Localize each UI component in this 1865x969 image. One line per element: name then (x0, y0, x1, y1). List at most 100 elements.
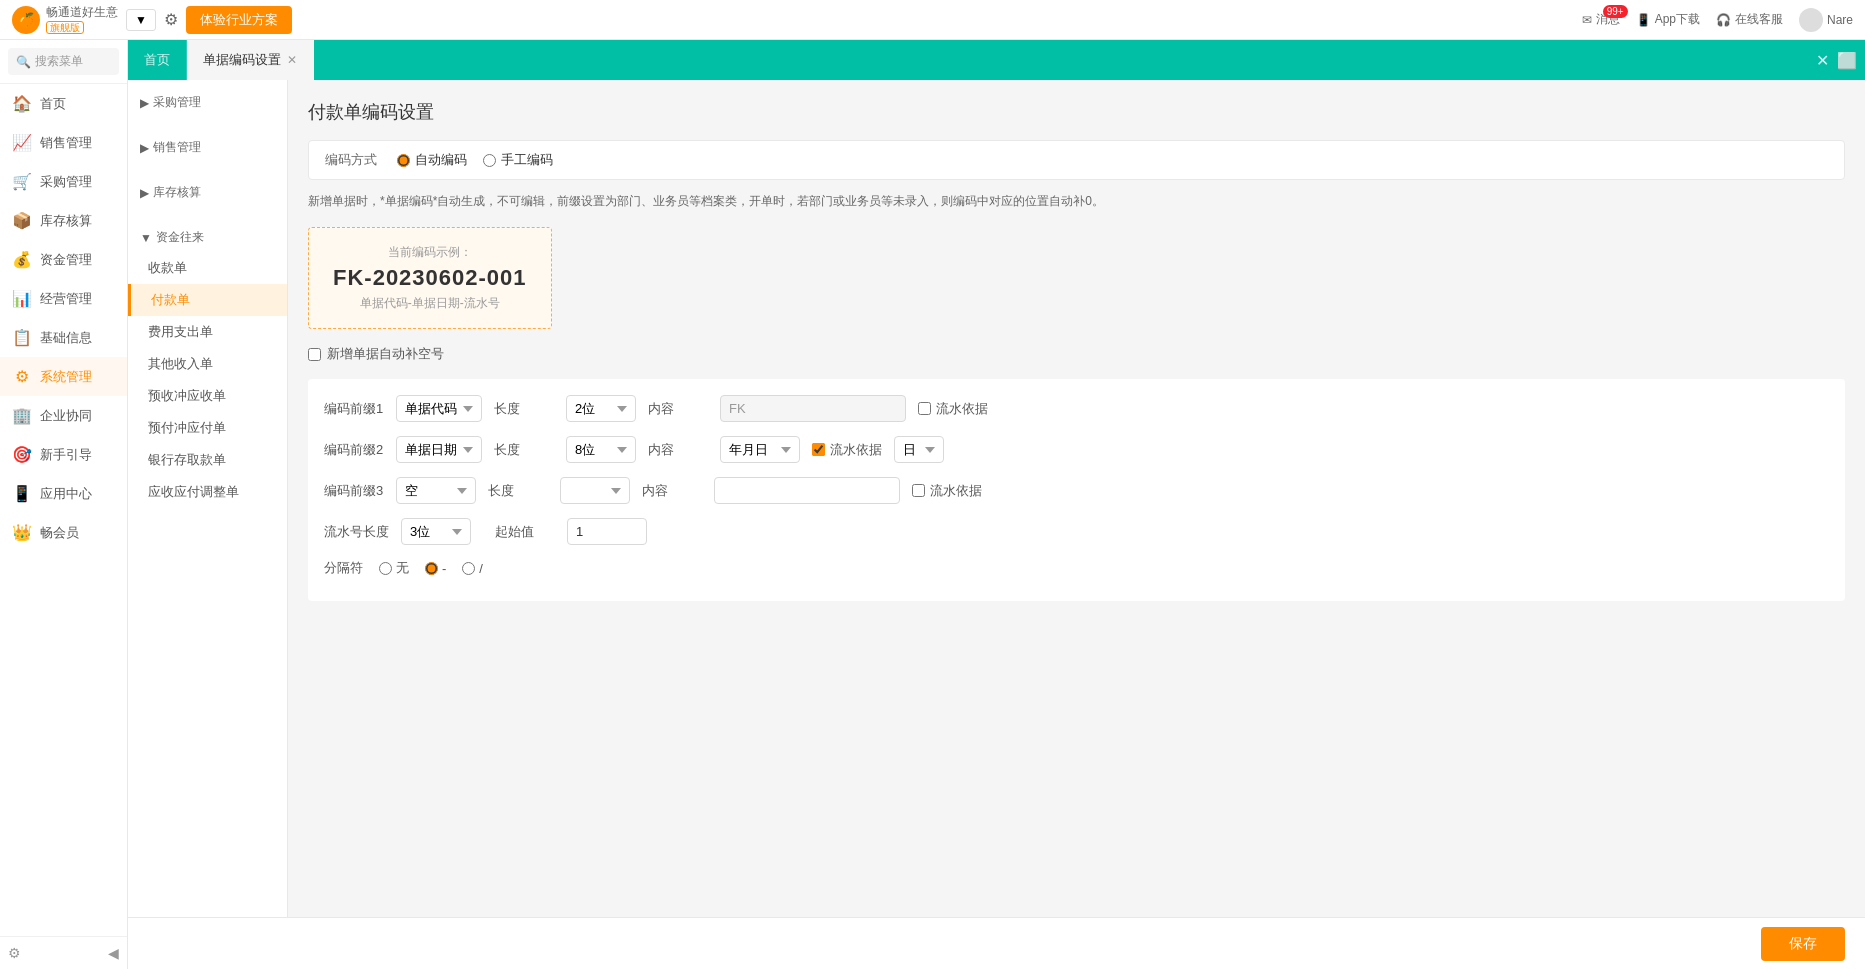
industry-btn[interactable]: 体验行业方案 (186, 6, 292, 34)
prefix3-length-select[interactable] (560, 477, 630, 504)
sec-group-purchase-title[interactable]: ▶ 采购管理 (128, 88, 287, 117)
prefix2-stream-period-select[interactable]: 日 月 年 (894, 436, 944, 463)
prefix3-content-input[interactable] (714, 477, 900, 504)
prefix3-stream-checkbox[interactable] (912, 484, 925, 497)
prefix1-select[interactable]: 单据代码 (396, 395, 482, 422)
message-btn[interactable]: ✉ 消息 99+ (1582, 11, 1620, 28)
footer-settings-btn[interactable]: ⚙ (8, 945, 21, 961)
tab-maximize-btn[interactable]: ⬜ (1837, 51, 1857, 70)
auto-fill-checkbox[interactable] (308, 348, 321, 361)
main-content: ▶ 采购管理 ▶ 销售管理 ▶ 库存核算 ▼ 资金往来 收款单 付款单 费用支出… (128, 80, 1865, 969)
prefix1-stream-check: 流水依据 (918, 400, 988, 418)
sidebar-item-home[interactable]: 🏠 首页 (0, 84, 127, 123)
save-button[interactable]: 保存 (1761, 927, 1845, 961)
prefix2-length-select[interactable]: 8位 (566, 436, 636, 463)
prefix1-length-label: 长度 (494, 400, 554, 418)
avatar (1799, 8, 1823, 32)
online-service-btn[interactable]: 🎧 在线客服 (1716, 11, 1783, 28)
manual-encode-radio[interactable]: 手工编码 (483, 151, 553, 169)
basic-icon: 📋 (12, 328, 32, 347)
appcenter-icon: 📱 (12, 484, 32, 503)
prefix2-stream-label: 流水依据 (830, 441, 882, 459)
encode-type-radio-group: 自动编码 手工编码 (397, 151, 553, 169)
prefix1-stream-checkbox[interactable] (918, 402, 931, 415)
app-download-btn[interactable]: 📱 App下载 (1636, 11, 1700, 28)
sec-item-payment[interactable]: 付款单 (128, 284, 287, 316)
workspace-dropdown[interactable]: ▼ (126, 9, 156, 31)
sidebar-item-system[interactable]: ⚙ 系统管理 (0, 357, 127, 396)
tab-home[interactable]: 首页 (128, 40, 187, 80)
prefix2-content-label: 内容 (648, 441, 708, 459)
serial-start-input[interactable] (567, 518, 647, 545)
message-badge: 99+ (1603, 5, 1628, 18)
sidebar-item-member[interactable]: 👑 畅会员 (0, 513, 127, 552)
sidebar-item-operation[interactable]: 📊 经营管理 (0, 279, 127, 318)
tab-close-icon[interactable]: ✕ (287, 53, 297, 67)
sec-item-expense[interactable]: 费用支出单 (128, 316, 287, 348)
sec-group-finance-title[interactable]: ▼ 资金往来 (128, 223, 287, 252)
sidebar-search[interactable]: 🔍 搜索菜单 (0, 40, 127, 84)
prefix1-length-select[interactable]: 2位 (566, 395, 636, 422)
chevron-down-icon-finance: ▼ (140, 231, 152, 245)
sidebar-item-inventory[interactable]: 📦 库存核算 (0, 201, 127, 240)
sidebar-item-appcenter[interactable]: 📱 应用中心 (0, 474, 127, 513)
chevron-right-icon-sales: ▶ (140, 141, 149, 155)
prefix3-label: 编码前缀3 (324, 482, 384, 500)
sep-dash-input[interactable] (425, 562, 438, 575)
inventory-icon: 📦 (12, 211, 32, 230)
member-icon: 👑 (12, 523, 32, 542)
bottom-bar: 保存 (128, 917, 1865, 969)
sidebar-item-purchase[interactable]: 🛒 采购管理 (0, 162, 127, 201)
top-bar-right: ✉ 消息 99+ 📱 App下载 🎧 在线客服 Nare (1582, 8, 1853, 32)
sep-dash-radio[interactable]: - (425, 561, 446, 576)
sec-item-bank[interactable]: 银行存取款单 (128, 444, 287, 476)
preview-box: 当前编码示例： FK-20230602-001 单据代码-单据日期-流水号 (308, 227, 552, 329)
manual-encode-input[interactable] (483, 154, 496, 167)
search-menu-btn[interactable]: 🔍 搜索菜单 (8, 48, 119, 75)
home-icon: 🏠 (12, 94, 32, 113)
settings-gear-icon[interactable]: ⚙ (164, 10, 178, 29)
sec-group-sales-title[interactable]: ▶ 销售管理 (128, 133, 287, 162)
sec-item-receipt[interactable]: 收款单 (128, 252, 287, 284)
tab-minimize-btn[interactable]: ✕ (1816, 51, 1829, 70)
prefix1-content-input (720, 395, 906, 422)
serial-length-label: 流水号长度 (324, 523, 389, 541)
tab-encode[interactable]: 单据编码设置 ✕ (187, 40, 314, 80)
auto-encode-radio[interactable]: 自动编码 (397, 151, 467, 169)
sec-group-inventory-title[interactable]: ▶ 库存核算 (128, 178, 287, 207)
sec-item-ar-ap-adjust[interactable]: 应收应付调整单 (128, 476, 287, 508)
sidebar-nav: 🏠 首页 📈 销售管理 🛒 采购管理 📦 库存核算 💰 资金管理 📊 经营管理 … (0, 84, 127, 936)
sidebar-footer: ⚙ ◀ (0, 936, 127, 969)
prefix2-content-select[interactable]: 年月日 (720, 436, 800, 463)
sidebar-item-newbie[interactable]: 🎯 新手引导 (0, 435, 127, 474)
sec-group-finance: ▼ 资金往来 收款单 付款单 费用支出单 其他收入单 预收冲应收单 预付冲应付单… (128, 215, 287, 516)
sep-none-input[interactable] (379, 562, 392, 575)
sidebar-item-enterprise[interactable]: 🏢 企业协同 (0, 396, 127, 435)
sep-none-radio[interactable]: 无 (379, 559, 409, 577)
sidebar-item-sales[interactable]: 📈 销售管理 (0, 123, 127, 162)
prefix1-label: 编码前缀1 (324, 400, 384, 418)
prefix3-select[interactable]: 空 (396, 477, 476, 504)
prefix2-select[interactable]: 单据日期 (396, 436, 482, 463)
sec-item-other-income[interactable]: 其他收入单 (128, 348, 287, 380)
search-icon: 🔍 (16, 55, 31, 69)
serial-length-select[interactable]: 3位 (401, 518, 471, 545)
auto-encode-input[interactable] (397, 154, 410, 167)
sec-item-advance-receivable[interactable]: 预收冲应收单 (128, 380, 287, 412)
preview-label: 当前编码示例： (333, 244, 527, 261)
sidebar-item-basic[interactable]: 📋 基础信息 (0, 318, 127, 357)
encode-type-label: 编码方式 (325, 151, 377, 169)
notice-text: 新增单据时，*单据编码*自动生成，不可编辑，前缀设置为部门、业务员等档案类，开单… (308, 192, 1845, 211)
prefix2-stream-checkbox[interactable] (812, 443, 825, 456)
preview-code: FK-20230602-001 (333, 265, 527, 291)
sidebar-item-finance[interactable]: 💰 资金管理 (0, 240, 127, 279)
sep-slash-input[interactable] (462, 562, 475, 575)
user-menu[interactable]: Nare (1799, 8, 1853, 32)
serial-row: 流水号长度 3位 起始值 (324, 518, 1829, 545)
footer-collapse-btn[interactable]: ◀ (108, 945, 119, 961)
sep-slash-radio[interactable]: / (462, 561, 483, 576)
separator-label: 分隔符 (324, 559, 363, 577)
sec-item-advance-payable[interactable]: 预付冲应付单 (128, 412, 287, 444)
content-area: 付款单编码设置 编码方式 自动编码 手工编码 新增单据时，*单据编码*自动生成，… (288, 80, 1865, 969)
top-bar-controls: ▼ ⚙ 体验行业方案 (126, 6, 292, 34)
